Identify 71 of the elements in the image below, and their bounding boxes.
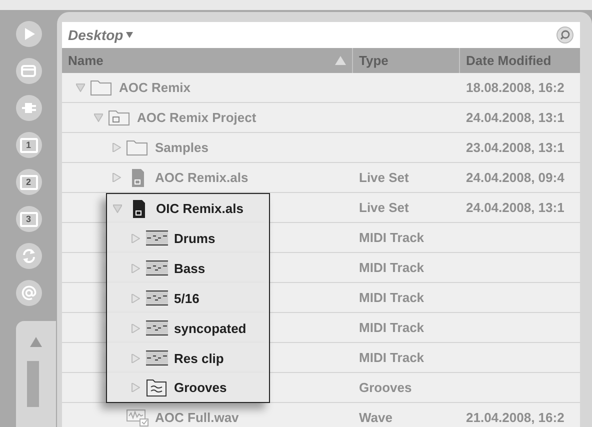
item-name[interactable]: Bass [174, 260, 206, 276]
sidebar-button[interactable] [16, 58, 42, 84]
sidebar-button[interactable] [16, 280, 42, 306]
column-header[interactable]: Date Modified [460, 48, 580, 73]
item-type: Wave [359, 410, 392, 425]
at-sign-icon [20, 285, 36, 301]
refresh-icon [20, 248, 36, 264]
item-type: MIDI Track [359, 290, 424, 305]
item-type: MIDI Track [359, 350, 424, 365]
location-field[interactable]: Desktop [62, 22, 580, 48]
item-type: MIDI Track [359, 230, 424, 245]
collapsed-arrow-icon[interactable] [112, 173, 121, 182]
date-modified: 24.04.2008, 13:1 [466, 110, 564, 125]
sidebar-button[interactable]: 1 [16, 132, 42, 158]
plug-icon [20, 102, 36, 114]
midi-clip-icon [145, 259, 169, 277]
item-type: Live Set [359, 200, 409, 215]
item-name[interactable]: Grooves [174, 380, 227, 395]
midi-clip-icon [145, 229, 169, 247]
up-arrow-icon [30, 337, 42, 347]
date-modified: 24.04.2008, 09:4 [466, 170, 564, 185]
midi-clip-icon [145, 289, 169, 307]
expanded-arrow-icon[interactable] [94, 113, 103, 122]
sidebar-button[interactable]: 2 [16, 169, 42, 195]
item-name[interactable]: syncopated [174, 320, 246, 336]
dropdown-caret-icon[interactable] [126, 32, 134, 38]
project-folder-icon [108, 108, 132, 126]
item-type: MIDI Track [359, 320, 424, 335]
resize-handle[interactable] [26, 361, 38, 407]
expanded-arrow-icon[interactable] [76, 83, 85, 92]
folder-icon: 3 [20, 212, 38, 226]
collapsed-arrow-icon[interactable] [131, 354, 140, 362]
date-modified: 18.08.2008, 16:2 [466, 80, 564, 95]
folder-icon [126, 138, 150, 156]
location-label[interactable]: Desktop [68, 27, 124, 43]
expanded-arrow-icon[interactable] [113, 204, 122, 213]
sidebar-button[interactable]: 3 [16, 206, 42, 232]
midi-clip-icon [145, 319, 169, 337]
window-icon [21, 65, 36, 77]
item-name[interactable]: Drums [174, 230, 216, 246]
date-modified: 21.04.2008, 16:2 [466, 410, 564, 425]
item-type: Live Set [359, 170, 409, 185]
item-type: MIDI Track [359, 260, 424, 275]
item-name[interactable]: Samples [155, 140, 208, 155]
item-name[interactable]: Res clip [174, 350, 224, 366]
groove-folder-icon [145, 378, 169, 396]
sidebar-tab[interactable] [16, 321, 56, 427]
collapsed-arrow-icon[interactable] [131, 264, 140, 272]
collapsed-arrow-icon[interactable] [112, 143, 121, 152]
collapsed-arrow-icon[interactable] [131, 294, 140, 302]
item-name[interactable]: 5/16 [174, 290, 200, 306]
item-name[interactable]: AOC Full.wav [155, 410, 239, 425]
item-type: Grooves [359, 380, 412, 395]
folder-icon: 2 [20, 174, 38, 190]
date-modified: 23.04.2008, 13:1 [466, 140, 564, 155]
midi-clip-icon [145, 349, 169, 367]
collapsed-arrow-icon[interactable] [131, 234, 140, 242]
collapsed-arrow-icon[interactable] [131, 383, 140, 392]
date-modified: 24.04.2008, 13:1 [466, 200, 564, 215]
collapsed-arrow-icon[interactable] [131, 324, 140, 332]
item-name[interactable]: AOC Remix [119, 80, 191, 95]
sidebar-button[interactable] [16, 21, 42, 47]
item-name[interactable]: AOC Remix.als [155, 170, 248, 185]
search-icon[interactable] [556, 26, 574, 44]
folder-icon: 1 [20, 138, 38, 152]
item-name[interactable]: AOC Remix Project [137, 110, 256, 125]
folder-icon [90, 78, 114, 96]
item-name[interactable]: OIC Remix.als [156, 201, 244, 216]
sort-ascending-icon [335, 56, 346, 65]
sidebar-button[interactable] [16, 243, 42, 269]
sidebar-button[interactable] [16, 95, 42, 121]
